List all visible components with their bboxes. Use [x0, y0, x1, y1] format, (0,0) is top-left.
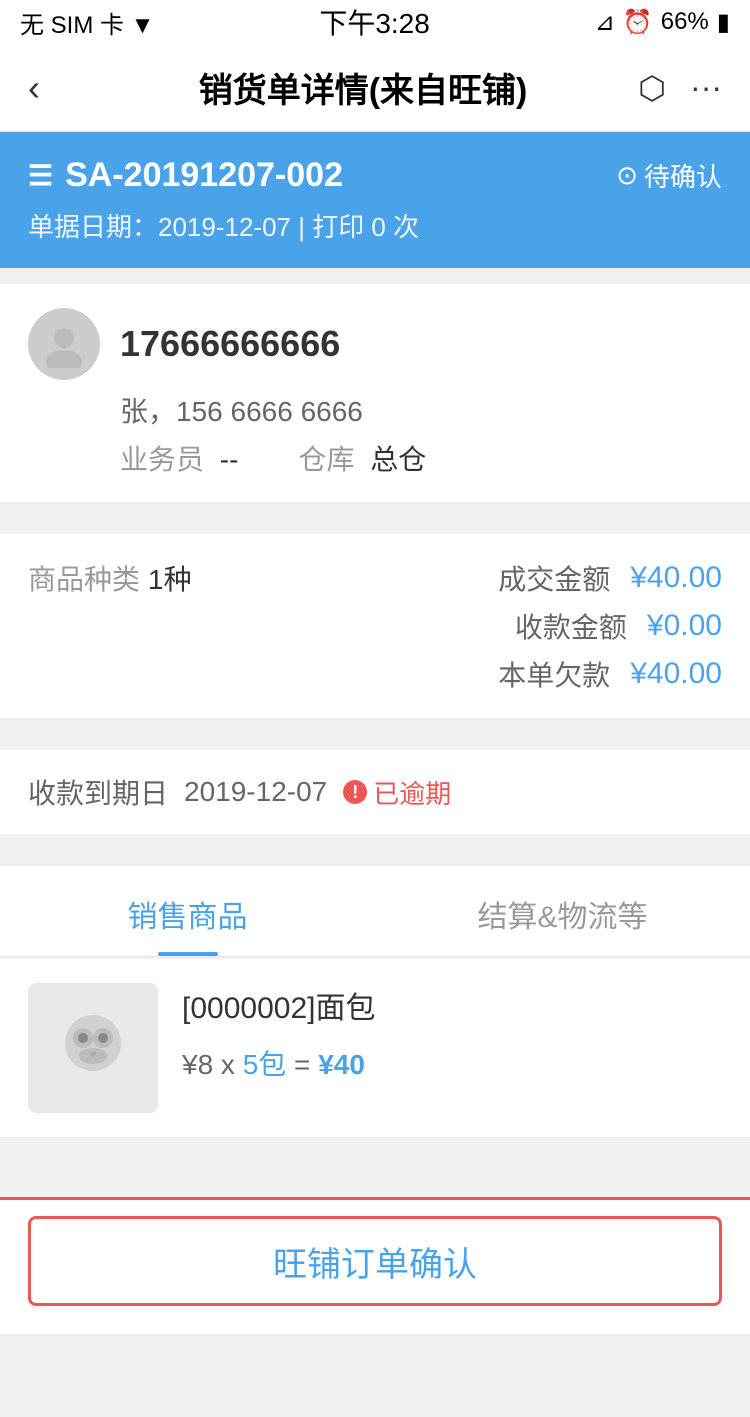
share-icon[interactable]: ⬡	[638, 69, 666, 107]
order-id: ☰ SA-20191207-002	[28, 156, 343, 195]
deal-amount-label: 成交金额	[498, 558, 610, 598]
status-bar-right: ⊿ ⏰ 66% ▮	[595, 8, 730, 37]
customer-row: 17666666666	[28, 308, 722, 380]
battery-label: 66%	[661, 8, 709, 36]
nav-actions: ⬡ ···	[638, 69, 722, 107]
status-bar-left: 无 SIM 卡 ▼	[20, 5, 154, 40]
order-status: ⊙ 待确认	[616, 157, 722, 194]
sales-label: 业务员	[120, 444, 204, 475]
owed-amount-row: 本单欠款 ¥40.00	[498, 654, 722, 694]
price-total: ¥40	[318, 1049, 365, 1080]
order-header-top: ☰ SA-20191207-002 ⊙ 待确认	[28, 156, 722, 195]
order-date: 单据日期：2019-12-07 | 打印 0 次	[28, 207, 722, 244]
status-bar-time: 下午3:28	[319, 2, 430, 42]
tab-settlement[interactable]: 结算&物流等	[375, 866, 750, 956]
divider-3	[0, 734, 750, 750]
product-thumbnail	[28, 983, 158, 1113]
owed-amount-label: 本单欠款	[498, 654, 610, 694]
due-date-value: 2019-12-07	[184, 776, 327, 808]
sales-value: --	[220, 444, 239, 475]
price-text: ¥8 x	[182, 1049, 243, 1080]
more-icon[interactable]: ···	[690, 69, 722, 106]
tabs-section: 销售商品 结算&物流等	[0, 866, 750, 957]
location-icon: ⊿	[595, 8, 615, 37]
price-equals: =	[286, 1049, 318, 1080]
order-id-text: SA-20191207-002	[65, 156, 343, 195]
order-icon: ☰	[28, 159, 53, 192]
amounts-summary: 成交金额 ¥40.00 收款金额 ¥0.00 本单欠款 ¥40.00	[498, 558, 722, 694]
product-section: [0000002]面包 ¥8 x 5包 = ¥40	[0, 959, 750, 1137]
tab-sales-goods[interactable]: 销售商品	[0, 866, 375, 956]
product-info: [0000002]面包 ¥8 x 5包 = ¥40	[182, 983, 722, 1083]
warehouse-label: 仓库	[298, 444, 354, 475]
received-amount-label: 收款金额	[515, 606, 627, 646]
product-type-label: 商品种类	[28, 558, 140, 598]
customer-section: 17666666666 张，156 6666 6666 业务员 -- 仓库 总仓	[0, 284, 750, 502]
back-button[interactable]: ‹	[28, 67, 88, 109]
deal-amount-row: 成交金额 ¥40.00	[498, 558, 722, 598]
sim-label: 无 SIM 卡 ▼	[20, 5, 154, 40]
confirm-btn-container: 旺铺订单确认	[0, 1197, 750, 1334]
customer-meta: 业务员 -- 仓库 总仓	[28, 438, 722, 478]
product-type: 商品种类 1种	[28, 558, 192, 598]
page-title: 销货单详情(来自旺铺)	[199, 63, 528, 112]
overdue-badge: ! 已逾期	[343, 774, 451, 811]
warehouse-value: 总仓	[370, 444, 426, 475]
warehouse-meta: 仓库 总仓	[298, 438, 426, 478]
summary-section: 商品种类 1种 成交金额 ¥40.00 收款金额 ¥0.00 本单欠款 ¥40.…	[0, 534, 750, 718]
alarm-icon: ⏰	[623, 8, 653, 37]
battery-icon: ▮	[717, 8, 730, 37]
status-clock-icon: ⊙	[616, 160, 638, 191]
product-price: ¥8 x 5包 = ¥40	[182, 1043, 722, 1083]
received-amount-value: ¥0.00	[647, 609, 722, 643]
due-date-label: 收款到期日	[28, 772, 168, 812]
sales-meta: 业务员 --	[120, 438, 238, 478]
product-name: [0000002]面包	[182, 983, 722, 1027]
received-amount-row: 收款金额 ¥0.00	[515, 606, 722, 646]
overdue-text: 已逾期	[373, 774, 451, 811]
order-status-text: 待确认	[644, 157, 722, 194]
avatar	[28, 308, 100, 380]
divider-1	[0, 268, 750, 284]
confirm-order-button[interactable]: 旺铺订单确认	[28, 1216, 722, 1306]
product-type-value: 1种	[148, 558, 192, 598]
tab-sales-goods-label: 销售商品	[128, 901, 248, 934]
owed-amount-value: ¥40.00	[630, 657, 722, 691]
tab-settlement-label: 结算&物流等	[477, 901, 647, 934]
divider-4	[0, 850, 750, 866]
status-bar: 无 SIM 卡 ▼ 下午3:28 ⊿ ⏰ 66% ▮	[0, 0, 750, 44]
customer-phone: 17666666666	[120, 323, 340, 365]
order-header-card: ☰ SA-20191207-002 ⊙ 待确认 单据日期：2019-12-07 …	[0, 132, 750, 268]
overdue-dot-icon: !	[343, 780, 367, 804]
customer-sub-info: 张，156 6666 6666	[28, 390, 722, 430]
nav-bar: ‹ 销货单详情(来自旺铺) ⬡ ···	[0, 44, 750, 132]
due-date-section: 收款到期日 2019-12-07 ! 已逾期	[0, 750, 750, 834]
price-qty: 5包	[243, 1049, 287, 1080]
tabs-row: 销售商品 结算&物流等	[0, 866, 750, 957]
deal-amount-value: ¥40.00	[630, 561, 722, 595]
divider-2	[0, 518, 750, 534]
